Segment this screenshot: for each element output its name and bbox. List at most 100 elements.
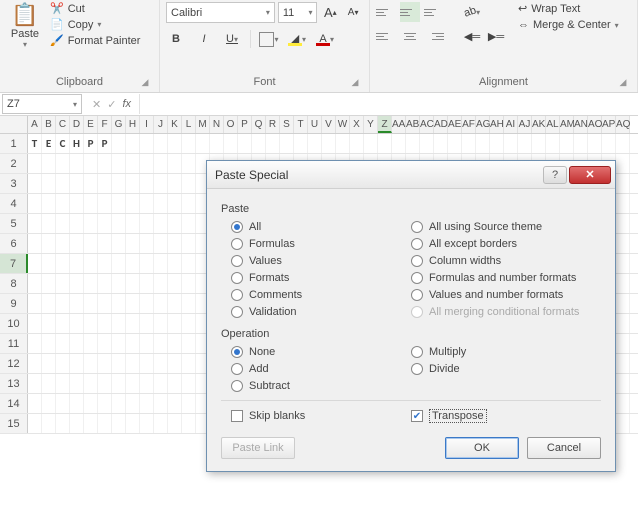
cell[interactable] [238,134,252,153]
cell[interactable] [126,254,140,273]
row-header[interactable]: 14 [0,394,28,413]
increase-indent-button[interactable]: ▶═ [486,26,506,46]
cell[interactable] [84,294,98,313]
column-header[interactable]: D [70,116,84,133]
name-box[interactable]: Z7▾ [2,94,82,114]
dialog-launcher-icon[interactable]: ◢ [617,76,629,88]
column-header[interactable]: AN [574,116,588,133]
cell[interactable] [616,314,630,333]
select-all-corner[interactable] [0,116,28,133]
cell[interactable] [112,194,126,213]
column-header[interactable]: AK [532,116,546,133]
cell[interactable] [98,254,112,273]
enter-formula-icon[interactable]: ✓ [107,98,116,111]
cell[interactable] [182,174,196,193]
cell[interactable] [182,234,196,253]
radio-column-widths[interactable]: Column widths [411,255,611,267]
grow-font-button[interactable]: A▴ [320,3,340,23]
column-header[interactable]: AD [434,116,448,133]
cell[interactable] [126,354,140,373]
cell[interactable] [84,154,98,173]
cell[interactable] [154,254,168,273]
cell[interactable] [98,334,112,353]
align-left-button[interactable] [376,26,396,46]
column-header[interactable]: AJ [518,116,532,133]
cell[interactable] [42,314,56,333]
cell[interactable] [28,194,42,213]
cell[interactable] [56,314,70,333]
cell[interactable] [42,214,56,233]
cell[interactable] [126,214,140,233]
cell[interactable] [98,354,112,373]
cell[interactable] [98,414,112,433]
cell[interactable] [182,194,196,213]
close-button[interactable]: ✕ [569,166,611,184]
cell[interactable] [84,214,98,233]
column-header[interactable]: AH [490,116,504,133]
cell[interactable] [168,234,182,253]
column-header[interactable]: L [182,116,196,133]
row-header[interactable]: 3 [0,174,28,193]
radio-validation[interactable]: Validation [231,306,411,318]
radio-none[interactable]: None [231,346,411,358]
radio-all[interactable]: All [231,221,411,233]
cell[interactable] [56,214,70,233]
row-header[interactable]: 1 [0,134,28,153]
cell[interactable] [126,414,140,433]
row-header[interactable]: 2 [0,154,28,173]
cell[interactable] [112,394,126,413]
cell[interactable] [154,394,168,413]
cell[interactable] [42,194,56,213]
cell[interactable] [126,394,140,413]
cell[interactable] [84,194,98,213]
cell[interactable] [126,374,140,393]
cell[interactable] [84,274,98,293]
cancel-button[interactable]: Cancel [527,437,601,459]
column-header[interactable]: P [238,116,252,133]
column-header[interactable]: F [98,116,112,133]
cell[interactable] [140,214,154,233]
radio-subtract[interactable]: Subtract [231,380,411,392]
cell[interactable] [70,374,84,393]
cell[interactable] [126,234,140,253]
cell[interactable] [28,154,42,173]
cell[interactable] [140,234,154,253]
cell[interactable] [28,294,42,313]
cell[interactable] [98,274,112,293]
cell[interactable] [56,274,70,293]
cell[interactable] [28,214,42,233]
column-header[interactable]: U [308,116,322,133]
cell[interactable] [140,354,154,373]
cell[interactable] [56,354,70,373]
column-header[interactable]: S [280,116,294,133]
cell[interactable] [126,274,140,293]
column-header[interactable]: Q [252,116,266,133]
cell[interactable] [182,414,196,433]
cancel-formula-icon[interactable]: ✕ [92,98,101,111]
row-header[interactable]: 11 [0,334,28,353]
cell[interactable] [182,214,196,233]
cell[interactable] [28,254,42,273]
cell[interactable] [616,414,630,433]
cell[interactable] [84,234,98,253]
cell[interactable] [70,274,84,293]
cell[interactable] [252,134,266,153]
cell[interactable] [112,354,126,373]
cell[interactable] [70,294,84,313]
cell[interactable] [56,254,70,273]
bold-button[interactable]: B [166,29,186,49]
row-header[interactable]: 6 [0,234,28,253]
cell[interactable] [616,134,630,153]
row-header[interactable]: 10 [0,314,28,333]
cell[interactable] [112,174,126,193]
radio-comments[interactable]: Comments [231,289,411,301]
align-bottom-button[interactable] [424,2,444,22]
cell[interactable] [112,234,126,253]
row-header[interactable]: 4 [0,194,28,213]
cell[interactable] [616,394,630,413]
cell[interactable] [56,194,70,213]
cell[interactable] [56,154,70,173]
cell[interactable] [70,334,84,353]
cell[interactable] [392,134,406,153]
radio-formats[interactable]: Formats [231,272,411,284]
